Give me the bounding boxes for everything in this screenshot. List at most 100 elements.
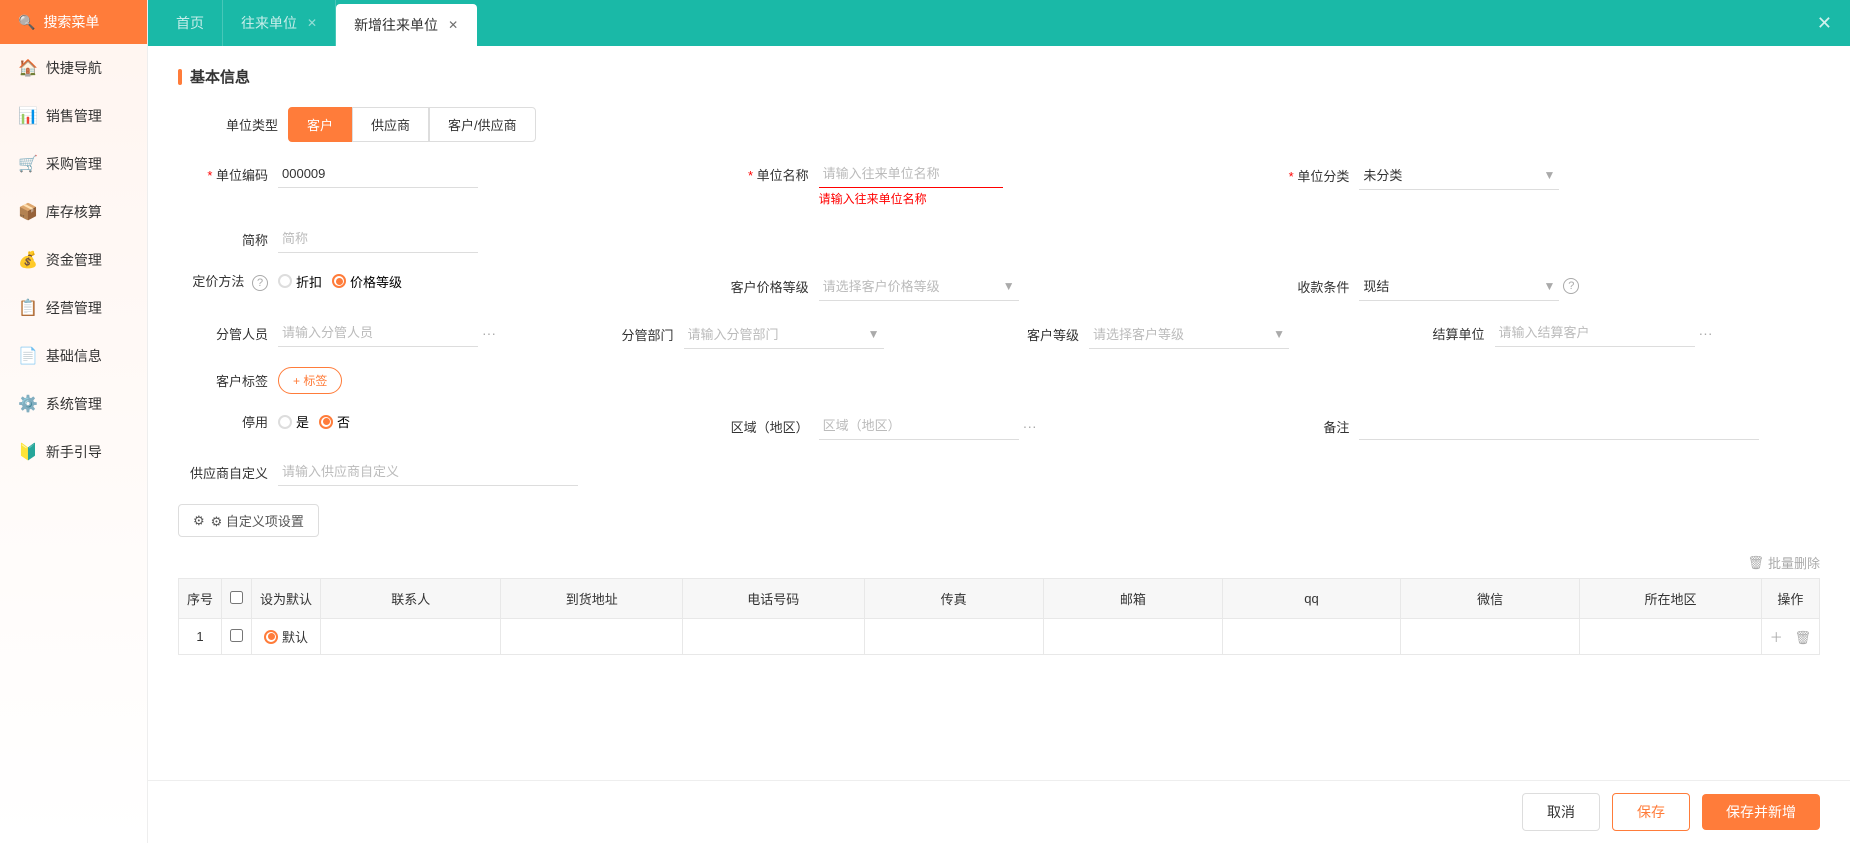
tab-bar: 首页 往来单位 ✕ 新增往来单位 ✕ ✕: [148, 0, 1850, 46]
default-radio-dot: [268, 633, 275, 640]
select-all-checkbox[interactable]: [230, 591, 243, 604]
table-toolbar: 🗑 批量删除: [178, 553, 1820, 572]
row-customer-tag: 客户标签 + 标签: [188, 367, 1810, 394]
email-input[interactable]: [1052, 629, 1214, 644]
payment-terms-help-icon[interactable]: ?: [1563, 278, 1579, 294]
abbr-input[interactable]: [278, 225, 478, 253]
sidebar-item-quick-nav[interactable]: 🏠 快捷导航: [0, 44, 147, 92]
tab-home[interactable]: 首页: [158, 0, 223, 46]
field-unit-name: 单位名称 请输入往来单位名称: [729, 160, 1270, 207]
discount-radio-circle: [278, 274, 292, 288]
fax-input[interactable]: [873, 629, 1035, 644]
search-icon: 🔍: [18, 14, 35, 31]
sidebar-item-sales[interactable]: 📊 销售管理: [0, 92, 147, 140]
title-bar: [178, 69, 182, 85]
manager-input[interactable]: [278, 319, 478, 347]
add-tag-button[interactable]: + 标签: [278, 367, 342, 394]
pricing-radio-group: 折扣 价格等级: [278, 272, 402, 291]
supplier-custom-input[interactable]: [278, 458, 578, 486]
unit-type-label: 单位类型: [188, 115, 278, 134]
customer-tag-label: 客户标签: [188, 371, 268, 390]
wechat-input[interactable]: [1409, 629, 1571, 644]
pricing-level[interactable]: 价格等级: [332, 272, 402, 291]
payment-terms-select[interactable]: 现结 ▼: [1359, 271, 1559, 301]
qq-input[interactable]: [1231, 629, 1392, 644]
field-department: 分管部门 请输入分管部门 ▼: [594, 319, 1000, 349]
sidebar-item-basic-info[interactable]: 📄 基础信息: [0, 332, 147, 380]
bottom-bar: 取消 保存 保存并新增: [148, 780, 1850, 843]
settlement-more-icon[interactable]: ···: [1699, 325, 1713, 341]
cancel-button[interactable]: 取消: [1522, 793, 1600, 831]
unit-category-chevron: ▼: [1543, 168, 1555, 182]
tab-partners[interactable]: 往来单位 ✕: [223, 0, 336, 46]
department-label: 分管部门: [594, 325, 674, 344]
sidebar-item-system[interactable]: ⚙️ 系统管理: [0, 380, 147, 428]
sidebar-item-finance[interactable]: 💰 资金管理: [0, 236, 147, 284]
unit-code-label: 单位编码: [188, 165, 268, 184]
cart-icon: 🛒: [18, 154, 38, 174]
field-supplier-custom: 供应商自定义: [188, 458, 1810, 486]
cell-qq: [1222, 619, 1400, 655]
phone-input[interactable]: [691, 629, 856, 644]
department-select[interactable]: 请输入分管部门 ▼: [684, 319, 884, 349]
save-button[interactable]: 保存: [1612, 793, 1690, 831]
field-settlement: 结算单位 ···: [1405, 319, 1811, 347]
chart-icon: 📊: [18, 106, 38, 126]
price-level-select[interactable]: 请选择客户价格等级 ▼: [819, 271, 1019, 301]
col-actions: 操作: [1761, 579, 1819, 619]
custom-settings-button[interactable]: ⚙ ⚙ 自定义项设置: [178, 504, 319, 537]
region-input[interactable]: [819, 412, 1019, 440]
col-address: 到货地址: [501, 579, 683, 619]
unit-name-input[interactable]: [819, 160, 1003, 188]
sidebar-item-inventory[interactable]: 📦 库存核算: [0, 188, 147, 236]
customer-level-select[interactable]: 请选择客户等级 ▼: [1089, 319, 1289, 349]
customer-level-chevron: ▼: [1273, 327, 1285, 341]
unit-type-supplier[interactable]: 供应商: [352, 107, 429, 142]
manager-more-icon[interactable]: ···: [482, 325, 496, 341]
close-new-partner-tab[interactable]: ✕: [448, 18, 458, 32]
disable-no[interactable]: 否: [319, 412, 350, 431]
field-price-level: 客户价格等级 请选择客户价格等级 ▼: [729, 271, 1270, 301]
pricing-help-icon[interactable]: ?: [252, 275, 268, 291]
price-level-chevron: ▼: [1003, 279, 1015, 293]
col-phone: 电话号码: [682, 579, 864, 619]
save-new-button[interactable]: 保存并新增: [1702, 794, 1820, 830]
add-row-icon[interactable]: ＋: [1770, 630, 1783, 645]
unit-category-select[interactable]: 未分类 ▼: [1359, 160, 1559, 190]
close-all-tabs[interactable]: ✕: [1809, 13, 1840, 34]
col-wechat: 微信: [1401, 579, 1580, 619]
search-menu[interactable]: 🔍 搜索菜单: [0, 0, 147, 44]
field-customer-level: 客户等级 请选择客户等级 ▼: [999, 319, 1405, 349]
form-section: 单位类型 客户 供应商 客户/供应商 单位编码 单位名称: [178, 107, 1820, 486]
sidebar-item-guide[interactable]: 🔰 新手引导: [0, 428, 147, 476]
cell-row-region: [1580, 619, 1762, 655]
unit-type-customer[interactable]: 客户: [288, 107, 352, 142]
settlement-label: 结算单位: [1405, 324, 1485, 343]
row-checkbox[interactable]: [230, 629, 243, 642]
no-radio-circle: [319, 415, 333, 429]
unit-code-input[interactable]: [278, 160, 478, 188]
close-partners-tab[interactable]: ✕: [307, 16, 317, 30]
delete-row-icon[interactable]: 🗑: [1794, 630, 1811, 645]
address-input[interactable]: [509, 629, 674, 644]
field-abbr: 简称: [188, 225, 1810, 253]
payment-terms-chevron: ▼: [1543, 279, 1555, 293]
unit-category-value: 未分类: [1363, 165, 1543, 184]
disable-yes[interactable]: 是: [278, 412, 309, 431]
region-more-icon[interactable]: ···: [1023, 418, 1037, 434]
field-pricing: 定价方法 ? 折扣 价格等级: [188, 271, 729, 291]
remark-input[interactable]: [1359, 412, 1759, 440]
row-region-input[interactable]: [1588, 629, 1753, 644]
table-row: 1 默认: [179, 619, 1820, 655]
cell-checkbox: [222, 619, 252, 655]
tab-new-partner[interactable]: 新增往来单位 ✕: [336, 4, 477, 46]
sidebar-item-purchase[interactable]: 🛒 采购管理: [0, 140, 147, 188]
batch-delete-button[interactable]: 🗑 批量删除: [1747, 553, 1820, 572]
settlement-input[interactable]: [1495, 319, 1695, 347]
pricing-discount[interactable]: 折扣: [278, 272, 322, 291]
sidebar-item-operations[interactable]: 📋 经营管理: [0, 284, 147, 332]
unit-type-both[interactable]: 客户/供应商: [429, 107, 536, 142]
default-radio[interactable]: 默认: [260, 627, 312, 646]
payment-terms-label: 收款条件: [1269, 277, 1349, 296]
contact-input[interactable]: [329, 629, 492, 644]
